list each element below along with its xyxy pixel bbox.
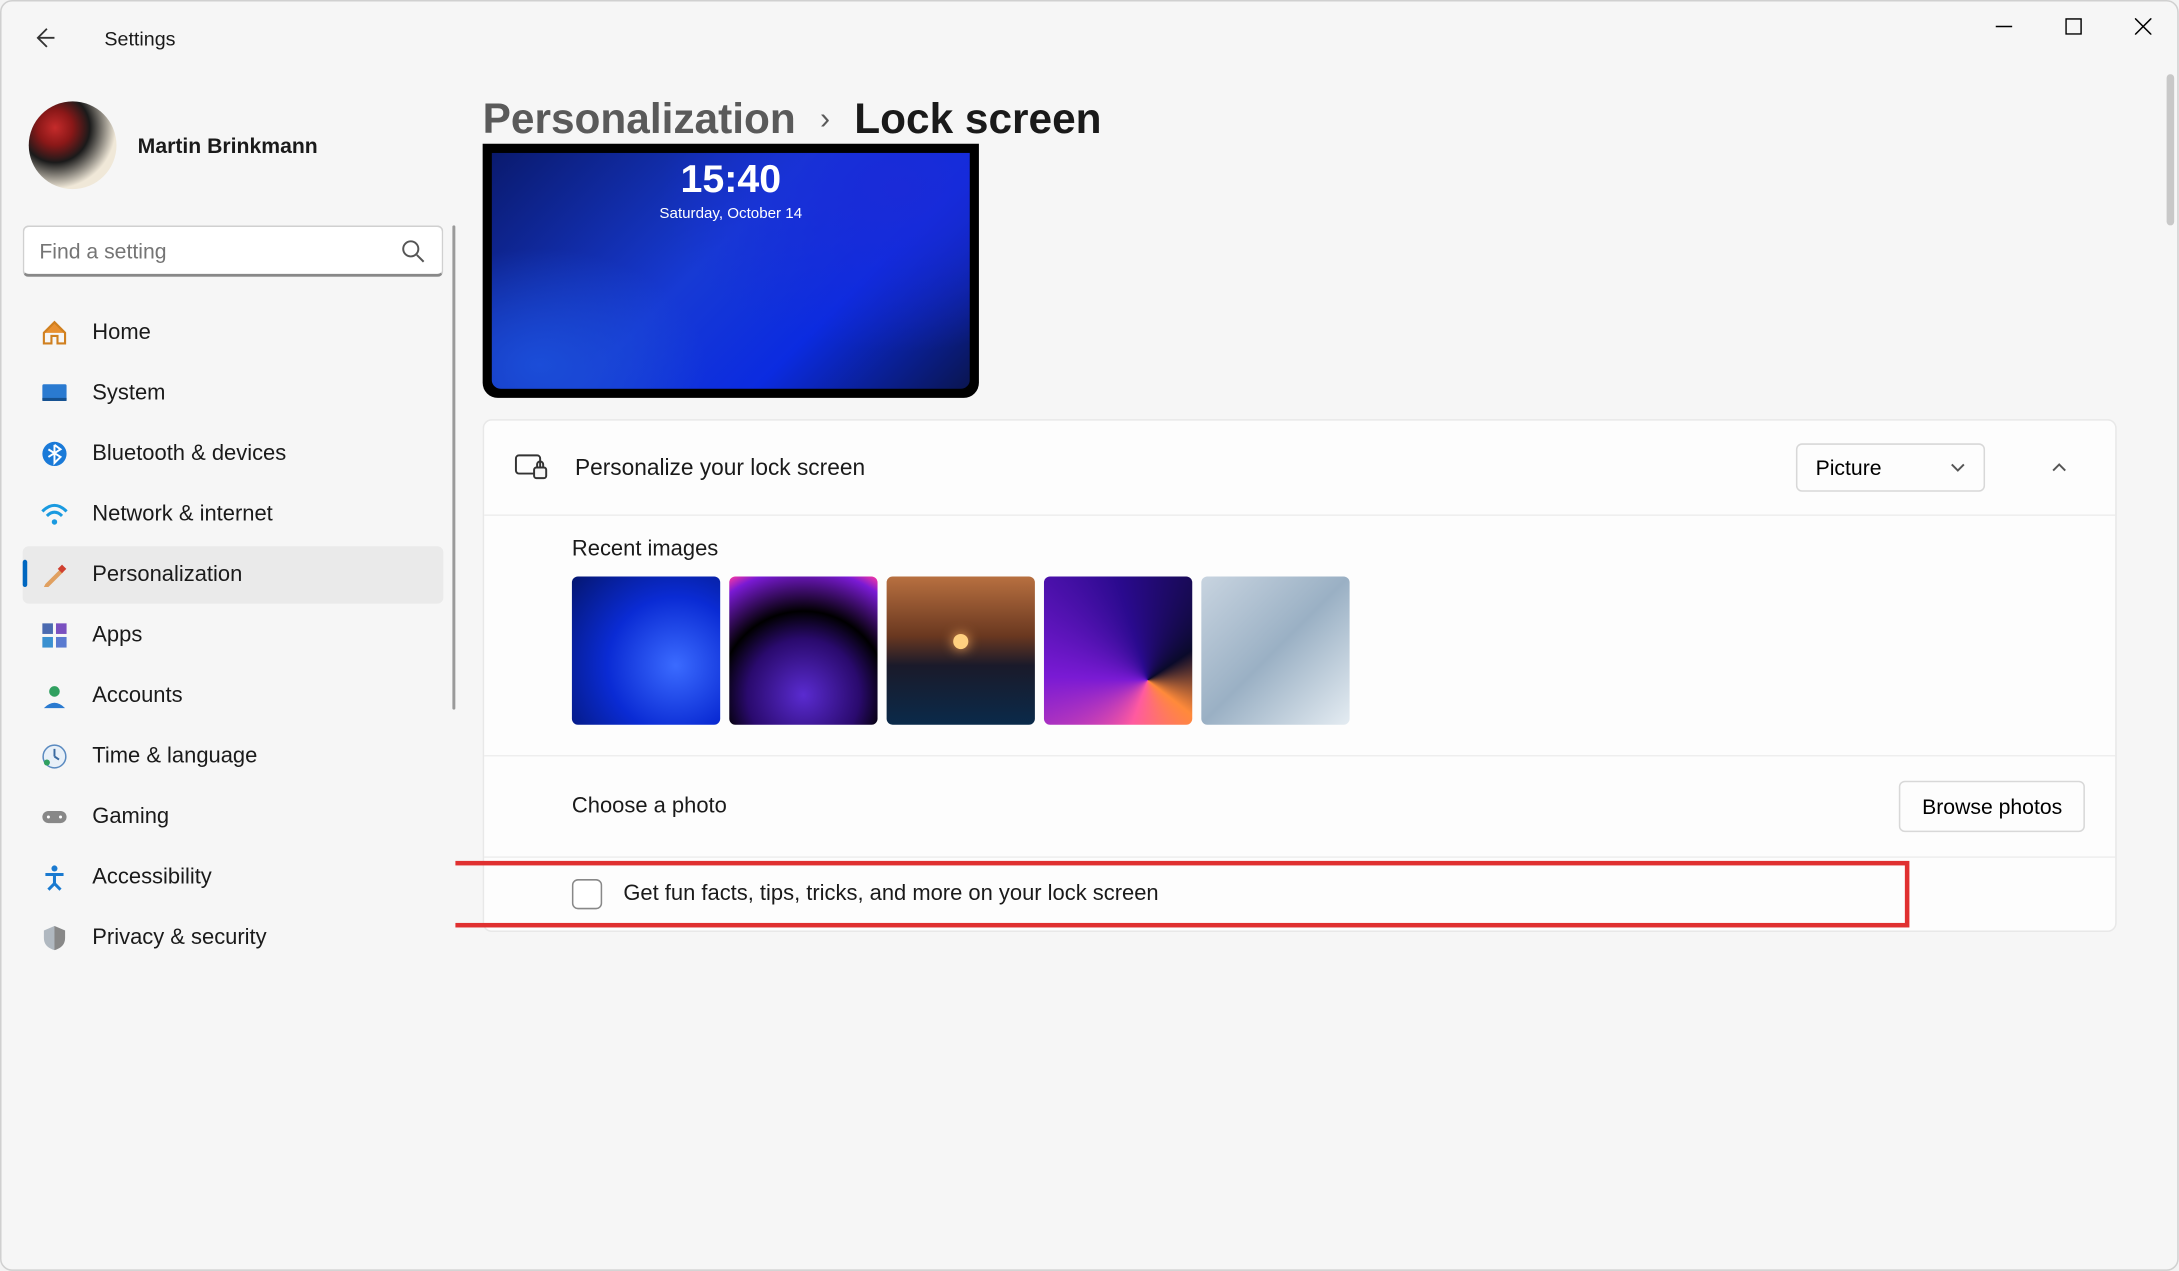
sidebar: Martin Brinkmann Home System (2, 74, 456, 1269)
recent-images-label: Recent images (572, 537, 2085, 561)
arrow-left-icon (32, 26, 56, 50)
time-icon (41, 743, 68, 770)
apps-icon (41, 622, 68, 649)
close-button[interactable] (2108, 2, 2178, 50)
chevron-down-icon (1947, 457, 1968, 478)
sidebar-item-label: Accessibility (92, 865, 211, 889)
sidebar-item-label: Time & language (92, 744, 257, 768)
close-icon (2134, 17, 2151, 34)
sidebar-item-apps[interactable]: Apps (23, 607, 444, 664)
card-header[interactable]: Personalize your lock screen Picture (484, 421, 2115, 515)
funfacts-row[interactable]: Get fun facts, tips, tricks, and more on… (484, 856, 2115, 930)
choose-photo-label: Choose a photo (572, 794, 727, 818)
recent-image-thumb[interactable] (1044, 576, 1192, 724)
lockscreen-icon (514, 451, 547, 484)
gaming-icon (41, 803, 68, 830)
recent-image-thumb[interactable] (572, 576, 720, 724)
search-wrap (23, 225, 444, 276)
sidebar-item-label: Apps (92, 623, 142, 647)
profile[interactable]: Martin Brinkmann (29, 101, 456, 189)
lockscreen-preview: 15:40 Saturday, October 14 (483, 144, 979, 398)
breadcrumb-parent[interactable]: Personalization (483, 95, 796, 143)
dropdown-value: Picture (1816, 455, 1882, 479)
home-icon (41, 319, 68, 346)
sidebar-item-label: Accounts (92, 684, 182, 708)
sidebar-item-accounts[interactable]: Accounts (23, 667, 444, 724)
wifi-icon (41, 501, 68, 528)
profile-name: Martin Brinkmann (138, 133, 318, 157)
titlebar: Settings (2, 2, 2178, 75)
maximize-button[interactable] (2038, 2, 2108, 50)
choose-photo-row: Choose a photo Browse photos (484, 755, 2115, 856)
recent-images-section: Recent images (484, 514, 2115, 755)
nav-list: Home System Bluetooth & devices Network … (23, 304, 456, 967)
sidebar-item-privacy[interactable]: Privacy & security (23, 909, 444, 966)
sidebar-item-network[interactable]: Network & internet (23, 486, 444, 543)
main-content: Personalization › Lock screen 15:40 Satu… (455, 74, 2177, 1269)
system-icon (41, 380, 68, 407)
sidebar-item-system[interactable]: System (23, 365, 444, 422)
minimize-icon (1995, 17, 2012, 34)
sidebar-item-label: Personalization (92, 563, 242, 587)
preview-time: 15:40 (680, 156, 781, 203)
background-type-dropdown[interactable]: Picture (1796, 443, 1985, 491)
browse-photos-button[interactable]: Browse photos (1899, 781, 2085, 832)
maximize-icon (2064, 17, 2081, 34)
shield-icon (41, 924, 68, 951)
card-title: Personalize your lock screen (575, 455, 865, 481)
sidebar-item-bluetooth[interactable]: Bluetooth & devices (23, 425, 444, 482)
bluetooth-icon (41, 440, 68, 467)
search-input[interactable] (23, 225, 444, 276)
sidebar-item-label: Home (92, 321, 151, 345)
expand-collapse-button[interactable] (2033, 442, 2084, 493)
lockscreen-preview-image: 15:40 Saturday, October 14 (492, 153, 970, 389)
sidebar-item-label: Gaming (92, 805, 169, 829)
window-controls (1968, 2, 2177, 50)
search-icon (401, 239, 425, 263)
sidebar-item-gaming[interactable]: Gaming (23, 788, 444, 845)
main-scrollbar[interactable] (2167, 74, 2175, 225)
preview-date: Saturday, October 14 (659, 206, 802, 223)
app-title: Settings (104, 26, 175, 49)
funfacts-label: Get fun facts, tips, tricks, and more on… (623, 882, 1158, 906)
personalization-icon (41, 561, 68, 588)
minimize-button[interactable] (1968, 2, 2038, 50)
sidebar-item-accessibility[interactable]: Accessibility (23, 849, 444, 906)
sidebar-item-label: Privacy & security (92, 926, 266, 950)
chevron-right-icon: › (820, 102, 830, 137)
accounts-icon (41, 682, 68, 709)
funfacts-checkbox[interactable] (572, 879, 602, 909)
recent-image-thumb[interactable] (1201, 576, 1349, 724)
sidebar-item-home[interactable]: Home (23, 304, 444, 361)
recent-image-thumb[interactable] (729, 576, 877, 724)
sidebar-item-time[interactable]: Time & language (23, 728, 444, 785)
sidebar-item-personalization[interactable]: Personalization (23, 546, 444, 603)
sidebar-item-label: Network & internet (92, 502, 272, 526)
avatar (29, 101, 117, 189)
breadcrumb: Personalization › Lock screen (483, 95, 2117, 143)
sidebar-item-label: System (92, 381, 165, 405)
page-title: Lock screen (854, 95, 1101, 143)
sidebar-item-label: Bluetooth & devices (92, 442, 286, 466)
settings-window: Settings Martin Brinkmann (0, 0, 2179, 1271)
chevron-up-ichad (2049, 457, 2070, 478)
accessibility-icon (41, 864, 68, 891)
back-button[interactable] (14, 8, 75, 69)
personalize-lockscreen-card: Personalize your lock screen Picture Rec… (483, 419, 2117, 932)
recent-images-thumbs (572, 576, 2085, 724)
recent-image-thumb[interactable] (887, 576, 1035, 724)
